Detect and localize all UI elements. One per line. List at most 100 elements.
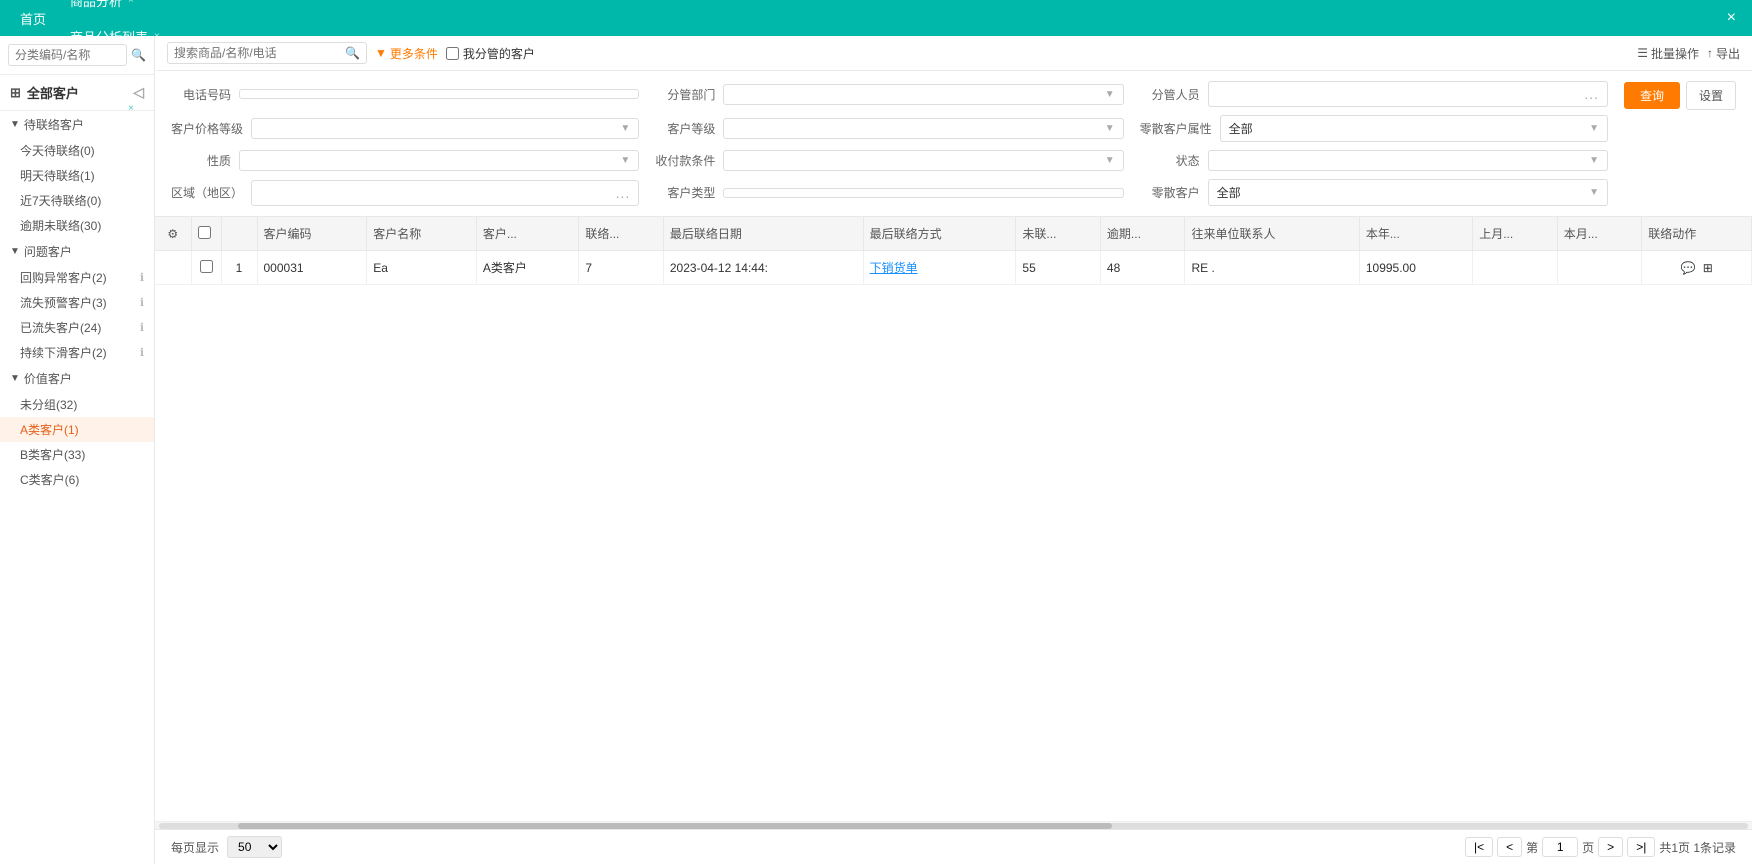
filter-nature-select[interactable]: ▼ bbox=[239, 150, 639, 171]
prev-page-button[interactable]: < bbox=[1497, 837, 1522, 857]
filter-customer-level-select[interactable]: ▼ bbox=[723, 118, 1123, 139]
sidebar-group-问题客户[interactable]: ▼问题客户 bbox=[0, 238, 154, 265]
row-checkbox-cell bbox=[191, 251, 221, 285]
filter-person-select[interactable]: ... bbox=[1208, 81, 1608, 107]
col-no-contact: 未联... bbox=[1016, 217, 1101, 251]
tab-close-icon[interactable]: × bbox=[128, 103, 134, 114]
filter-icon: ▼ bbox=[375, 46, 387, 60]
col-gear: ⚙ bbox=[155, 217, 191, 251]
nav-tab-商品分析[interactable]: 商品分析× bbox=[58, 0, 172, 18]
filter-nature-label: 性质 bbox=[171, 152, 231, 169]
query-button[interactable]: 查询 bbox=[1624, 82, 1680, 109]
row-this-month bbox=[1557, 251, 1642, 285]
filter-row-2: 客户价格等级 ▼ 客户等级 ▼ bbox=[171, 115, 1608, 142]
row-contact: 7 bbox=[579, 251, 664, 285]
toolbar-right: ☰ 批量操作 ↑ 导出 bbox=[1637, 45, 1740, 62]
sidebar-item[interactable]: 流失预警客户(3)ℹ bbox=[0, 290, 154, 315]
price-level-down-arrow-icon: ▼ bbox=[620, 123, 630, 134]
my-customers-label: 我分管的客户 bbox=[463, 45, 535, 62]
filter-phone-input[interactable] bbox=[239, 89, 639, 99]
filter-dept-select[interactable]: ▼ bbox=[723, 84, 1123, 105]
qr-action-icon[interactable]: ⊞ bbox=[1703, 261, 1713, 275]
col-overdue: 逾期... bbox=[1100, 217, 1185, 251]
my-customers-check[interactable] bbox=[446, 47, 459, 60]
sidebar-item[interactable]: 今天待联络(0) bbox=[0, 138, 154, 163]
batch-op-button[interactable]: ☰ 批量操作 bbox=[1637, 45, 1699, 62]
filter-region-select[interactable]: ... bbox=[251, 180, 639, 206]
close-all-button[interactable]: × bbox=[1719, 9, 1744, 27]
col-code: 客户编码 bbox=[257, 217, 367, 251]
filter-price-level-select[interactable]: ▼ bbox=[251, 118, 639, 139]
next-page-button[interactable]: > bbox=[1598, 837, 1623, 857]
sidebar-item[interactable]: 明天待联络(1) bbox=[0, 163, 154, 188]
filter-button[interactable]: ▼ 更多条件 bbox=[375, 45, 438, 62]
filter-customer-type: 客户类型 bbox=[655, 184, 1123, 201]
tab-close-icon[interactable]: × bbox=[154, 67, 160, 78]
sidebar-item[interactable]: 已流失客户(24)ℹ bbox=[0, 315, 154, 340]
search-icon[interactable]: 🔍 bbox=[345, 46, 360, 60]
sidebar-search-input[interactable] bbox=[8, 44, 127, 66]
sidebar-item[interactable]: 未分组(32) bbox=[0, 392, 154, 417]
chat-action-icon[interactable]: 💬 bbox=[1680, 261, 1695, 275]
info-icon: ℹ bbox=[140, 296, 144, 309]
filter-sparse-attr-label: 零散客户属性 bbox=[1140, 120, 1212, 137]
filter-status-label: 状态 bbox=[1140, 152, 1200, 169]
sidebar-item[interactable]: 逾期未联络(30) bbox=[0, 213, 154, 238]
horizontal-scrollbar[interactable] bbox=[155, 821, 1752, 829]
nav-home[interactable]: 首页 bbox=[8, 9, 58, 28]
row-checkbox[interactable] bbox=[200, 260, 213, 273]
person-dots-icon: ... bbox=[1584, 86, 1599, 102]
last-page-button[interactable]: >| bbox=[1627, 837, 1655, 857]
sidebar-group-价值客户[interactable]: ▼价值客户 bbox=[0, 365, 154, 392]
sidebar-item[interactable]: A类客户(1) bbox=[0, 417, 154, 442]
tab-close-icon[interactable]: × bbox=[154, 31, 160, 42]
batch-op-label: 批量操作 bbox=[1651, 45, 1699, 62]
info-icon: ℹ bbox=[140, 346, 144, 359]
row-last-date: 2023-04-12 14:44: bbox=[663, 251, 863, 285]
per-page-select[interactable]: 50 20 100 bbox=[227, 836, 282, 858]
sidebar-collapse-button[interactable]: ◁ bbox=[133, 84, 144, 101]
my-customers-checkbox[interactable]: 我分管的客户 bbox=[446, 45, 535, 62]
dept-down-arrow-icon: ▼ bbox=[1105, 89, 1115, 100]
settings-button[interactable]: 设置 bbox=[1686, 81, 1736, 110]
table-footer: 每页显示 50 20 100 |< < 第 页 > >| 共1页 1条记录 bbox=[155, 829, 1752, 864]
payment-down-arrow-icon: ▼ bbox=[1105, 155, 1115, 166]
sidebar-item[interactable]: 近7天待联络(0) bbox=[0, 188, 154, 213]
sidebar-group-待联络客户[interactable]: ▼待联络客户 bbox=[0, 111, 154, 138]
filter-sparse-customer-select[interactable]: 全部 ▼ bbox=[1208, 179, 1608, 206]
row-code: 000031 bbox=[257, 251, 367, 285]
col-type: 客户... bbox=[476, 217, 578, 251]
status-down-arrow-icon: ▼ bbox=[1589, 155, 1599, 166]
row-last-month bbox=[1473, 251, 1558, 285]
row-last-method[interactable]: 下销货单 bbox=[863, 251, 1016, 285]
first-page-button[interactable]: |< bbox=[1465, 837, 1493, 857]
sparse-attr-down-arrow-icon: ▼ bbox=[1589, 123, 1599, 134]
sidebar-item-label: B类客户(33) bbox=[20, 446, 85, 463]
filter-row-1: 电话号码 分管部门 ▼ bbox=[171, 81, 1608, 107]
export-icon: ↑ bbox=[1707, 46, 1713, 60]
row-unit-contact: RE . bbox=[1185, 251, 1359, 285]
filter-status-select[interactable]: ▼ bbox=[1208, 150, 1608, 171]
tab-close-icon[interactable]: × bbox=[128, 0, 134, 6]
sidebar-item[interactable]: C类客户(6) bbox=[0, 467, 154, 492]
main-layout: 🔍 ⊞ 全部客户 ◁ ▼待联络客户今天待联络(0)明天待联络(1) 近7天待联络(… bbox=[0, 36, 1752, 864]
filter-customer-type-input[interactable] bbox=[723, 188, 1123, 198]
page-input[interactable] bbox=[1542, 837, 1578, 857]
search-input[interactable] bbox=[174, 46, 345, 60]
filter-sparse-attr-select[interactable]: 全部 ▼ bbox=[1220, 115, 1608, 142]
sidebar-all-label: 全部客户 bbox=[27, 83, 79, 102]
filter-label: 更多条件 bbox=[390, 45, 438, 62]
sidebar-groups: ▼待联络客户今天待联络(0)明天待联络(1) 近7天待联络(0) 逾期未联络(30)… bbox=[0, 111, 154, 492]
sidebar-item[interactable]: 回购异常客户(2)ℹ bbox=[0, 265, 154, 290]
select-all-checkbox[interactable] bbox=[198, 226, 211, 239]
sidebar-search-icon[interactable]: 🔍 bbox=[131, 48, 146, 62]
filter-region: 区域（地区） ... bbox=[171, 180, 639, 206]
filter-panel: 电话号码 分管部门 ▼ bbox=[155, 71, 1752, 217]
export-button[interactable]: ↑ 导出 bbox=[1707, 45, 1740, 62]
sidebar-item-label: 近7天待联络(0) bbox=[20, 192, 101, 209]
filter-payment-select[interactable]: ▼ bbox=[723, 150, 1123, 171]
row-overdue: 48 bbox=[1100, 251, 1185, 285]
sidebar-item[interactable]: B类客户(33) bbox=[0, 442, 154, 467]
sidebar-item[interactable]: 持续下滑客户(2)ℹ bbox=[0, 340, 154, 365]
sidebar-item-label: 逾期未联络(30) bbox=[20, 217, 101, 234]
